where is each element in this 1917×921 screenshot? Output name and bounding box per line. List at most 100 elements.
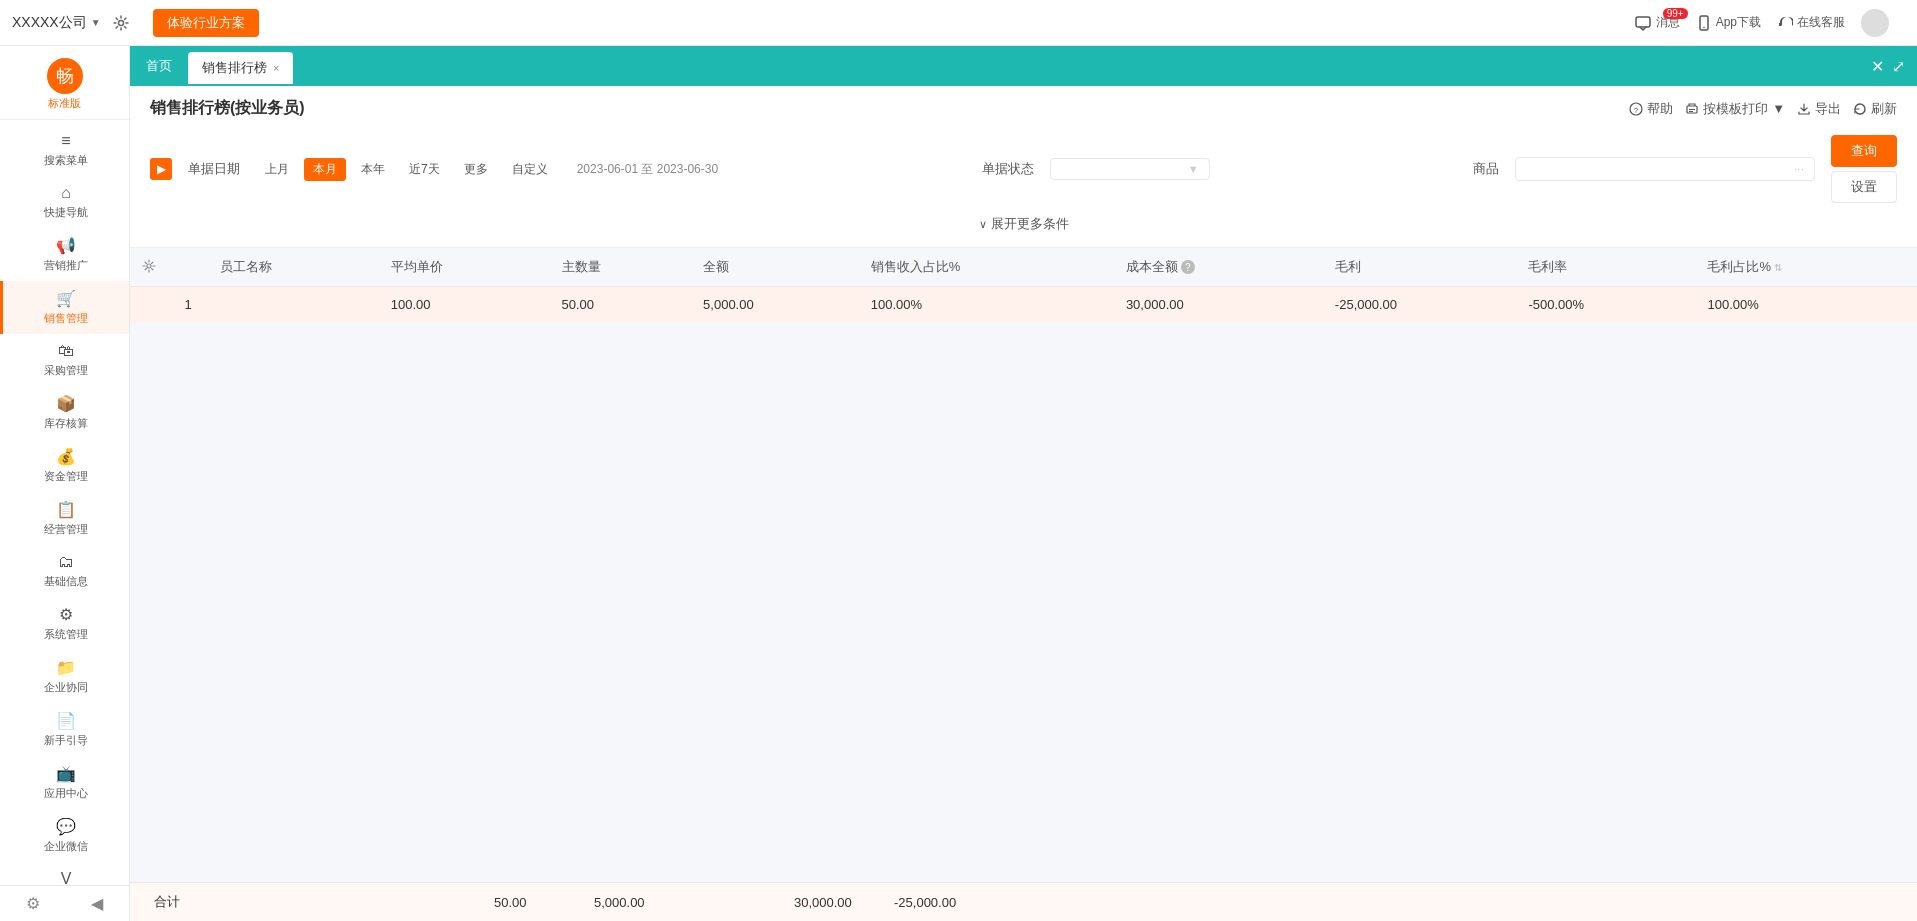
sidebar-item-资金管理[interactable]: 💰资金管理 — [0, 439, 129, 492]
date-shortcut-more[interactable]: 更多 — [455, 158, 497, 181]
tab-sales-ranking[interactable]: 销售排行榜 × — [188, 52, 293, 84]
th-cost-amount: 成本全额 ? — [1114, 248, 1323, 287]
status-filter-label: 单据状态 — [982, 160, 1034, 178]
date-shortcut-prev-month[interactable]: 上月 — [256, 158, 298, 181]
sidebar-item-搜索菜单[interactable]: ≡搜索菜单 — [0, 124, 129, 176]
query-btn[interactable]: 查询 — [1831, 135, 1897, 167]
expand-conditions-btn[interactable]: ∨ 展开更多条件 — [979, 209, 1069, 239]
date-shortcut-custom[interactable]: 自定义 — [503, 158, 557, 181]
sidebar-collapse-btn[interactable]: ◀ — [91, 894, 103, 913]
avatar[interactable] — [1861, 9, 1889, 37]
th-main-qty-label: 主数量 — [562, 258, 601, 276]
sidebar-item-销售管理[interactable]: 🛒销售管理 — [0, 281, 129, 334]
settings-btn[interactable]: 设置 — [1831, 171, 1897, 203]
sidebar-item-icon: 📋 — [56, 500, 76, 519]
td-main-qty: 50.00 — [550, 287, 692, 323]
sidebar-item-系统管理[interactable]: ⚙ 系统管理 — [0, 597, 129, 650]
sidebar-bottom: ⚙ ◀ — [0, 885, 129, 921]
sidebar-item-采购管理[interactable]: 🛍采购管理 — [0, 334, 129, 386]
filter-toggle-btn[interactable]: ▶ — [150, 158, 172, 180]
main-area: 畅 标准版 ≡搜索菜单⌂快捷导航📢营销推广🛒销售管理🛍采购管理📦库存核算💰资金管… — [0, 46, 1917, 921]
main-content: 销售排行榜(按业务员) ? 帮助 按模板打印 ▼ — [130, 86, 1917, 882]
page-header: 销售排行榜(按业务员) ? 帮助 按模板打印 ▼ — [130, 86, 1917, 127]
sidebar-item-icon: 📦 — [56, 394, 76, 413]
sidebar-item-快捷导航[interactable]: ⌂ 快捷导航 — [0, 176, 129, 228]
sidebar-item-畅会员[interactable]: V畅会员 — [0, 862, 129, 885]
td-amount: 5,000.00 — [691, 287, 859, 323]
profit-pct-sort-icon[interactable]: ⇅ — [1774, 262, 1782, 273]
sidebar-item-企业微信[interactable]: 💬企业微信 — [0, 809, 129, 862]
template-print-btn[interactable]: 按模板打印 ▼ — [1685, 100, 1785, 118]
sidebar-item-基础信息[interactable]: 🗂基础信息 — [0, 545, 129, 597]
settings-icon-btn[interactable] — [107, 9, 135, 37]
help-icon: ? — [1629, 102, 1643, 116]
sidebar-item-新手引导[interactable]: 📄新手引导 — [0, 703, 129, 756]
footer-amount: 5,000.00 — [582, 895, 682, 910]
refresh-btn[interactable]: 刷新 — [1853, 100, 1897, 118]
date-shortcut-curr-month[interactable]: 本月 — [304, 158, 346, 181]
column-settings-icon[interactable] — [142, 259, 156, 273]
th-profit-rate: 毛利率 — [1516, 248, 1695, 287]
sidebar-item-经营管理[interactable]: 📋经营管理 — [0, 492, 129, 545]
tab-close-window-icon[interactable]: ✕ — [1871, 57, 1884, 76]
td-name — [208, 287, 379, 323]
message-btn[interactable]: 消息 99+ — [1634, 14, 1680, 32]
tab-home[interactable]: 首页 — [130, 46, 188, 86]
sidebar-item-营销推广[interactable]: 📢营销推广 — [0, 228, 129, 281]
tab-label: 销售排行榜 — [202, 59, 267, 77]
table-container: 员工名称 平均单价 主数量 全额 — [130, 248, 1917, 323]
date-shortcuts: 上月 本月 本年 近7天 更多 自定义 — [256, 158, 557, 181]
th-settings — [130, 248, 168, 287]
sidebar-settings-btn[interactable]: ⚙ — [26, 894, 40, 913]
sidebar: 畅 标准版 ≡搜索菜单⌂快捷导航📢营销推广🛒销售管理🛍采购管理📦库存核算💰资金管… — [0, 46, 130, 921]
sidebar-item-icon: V — [61, 870, 72, 885]
try-industry-btn[interactable]: 体验行业方案 — [153, 9, 259, 37]
table-footer: 合计 50.00 5,000.00 30,000.00 -25,000.00 — [130, 882, 1917, 921]
company-selector[interactable]: XXXXX公司 ▼ — [12, 14, 101, 32]
th-cost-amount-label: 成本全额 — [1126, 258, 1178, 276]
svg-point-0 — [118, 20, 123, 25]
filter-toggle-icon: ▶ — [157, 162, 166, 176]
tab-close-btn[interactable]: × — [273, 62, 279, 74]
goods-input[interactable]: ··· — [1515, 157, 1815, 181]
th-profit-rate-label: 毛利率 — [1528, 258, 1567, 276]
logo-icon: 畅 — [47, 58, 83, 94]
sidebar-item-label: 快捷导航 — [44, 205, 88, 220]
company-name: XXXXX公司 — [12, 14, 87, 32]
td-profit: -25,000.00 — [1323, 287, 1517, 323]
tab-maximize-icon[interactable]: ⤢ — [1892, 57, 1905, 76]
sidebar-item-企业协同[interactable]: 📁企业协同 — [0, 650, 129, 703]
td-avg-price: 100.00 — [379, 287, 550, 323]
expand-label: 展开更多条件 — [991, 215, 1069, 233]
export-btn[interactable]: 导出 — [1797, 100, 1841, 118]
svg-text:?: ? — [1634, 106, 1639, 115]
page-actions: ? 帮助 按模板打印 ▼ 导出 — [1629, 100, 1897, 118]
sidebar-item-label: 系统管理 — [44, 627, 88, 642]
footer-cost-amount: 30,000.00 — [782, 895, 882, 910]
sidebar-item-icon: 🛍 — [58, 342, 74, 360]
help-btn[interactable]: ? 帮助 — [1629, 100, 1673, 118]
th-employee-name: 员工名称 — [208, 248, 379, 287]
sidebar-item-icon: ⌂ — [61, 184, 71, 202]
headset-icon — [1777, 15, 1793, 31]
tab-bar: 首页 销售排行榜 × ✕ ⤢ — [130, 46, 1917, 86]
table-row: 1 100.00 50.00 5,000.00 100.00% 30,000.0… — [130, 287, 1917, 323]
export-label: 导出 — [1815, 100, 1841, 118]
app-download-btn[interactable]: App下载 — [1696, 14, 1761, 31]
sidebar-item-icon: ⚙ — [59, 605, 73, 624]
date-shortcut-curr-year[interactable]: 本年 — [352, 158, 394, 181]
cost-amount-info-icon[interactable]: ? — [1181, 260, 1195, 274]
online-service-btn[interactable]: 在线客服 — [1777, 14, 1845, 31]
status-select[interactable]: ▼ — [1050, 158, 1210, 180]
svg-rect-1 — [1636, 17, 1650, 27]
sidebar-item-库存核算[interactable]: 📦 库存核算 — [0, 386, 129, 439]
template-print-dropdown[interactable]: ▼ — [1772, 101, 1785, 116]
sidebar-item-label: 企业微信 — [44, 839, 88, 854]
sidebar-item-应用中心[interactable]: 📺应用中心 — [0, 756, 129, 809]
date-shortcut-7days[interactable]: 近7天 — [400, 158, 449, 181]
refresh-label: 刷新 — [1871, 100, 1897, 118]
th-amount: 全额 — [691, 248, 859, 287]
footer-label: 合计 — [142, 893, 262, 911]
sidebar-item-label: 销售管理 — [44, 311, 88, 326]
sidebar-item-label: 库存核算 — [44, 416, 88, 431]
